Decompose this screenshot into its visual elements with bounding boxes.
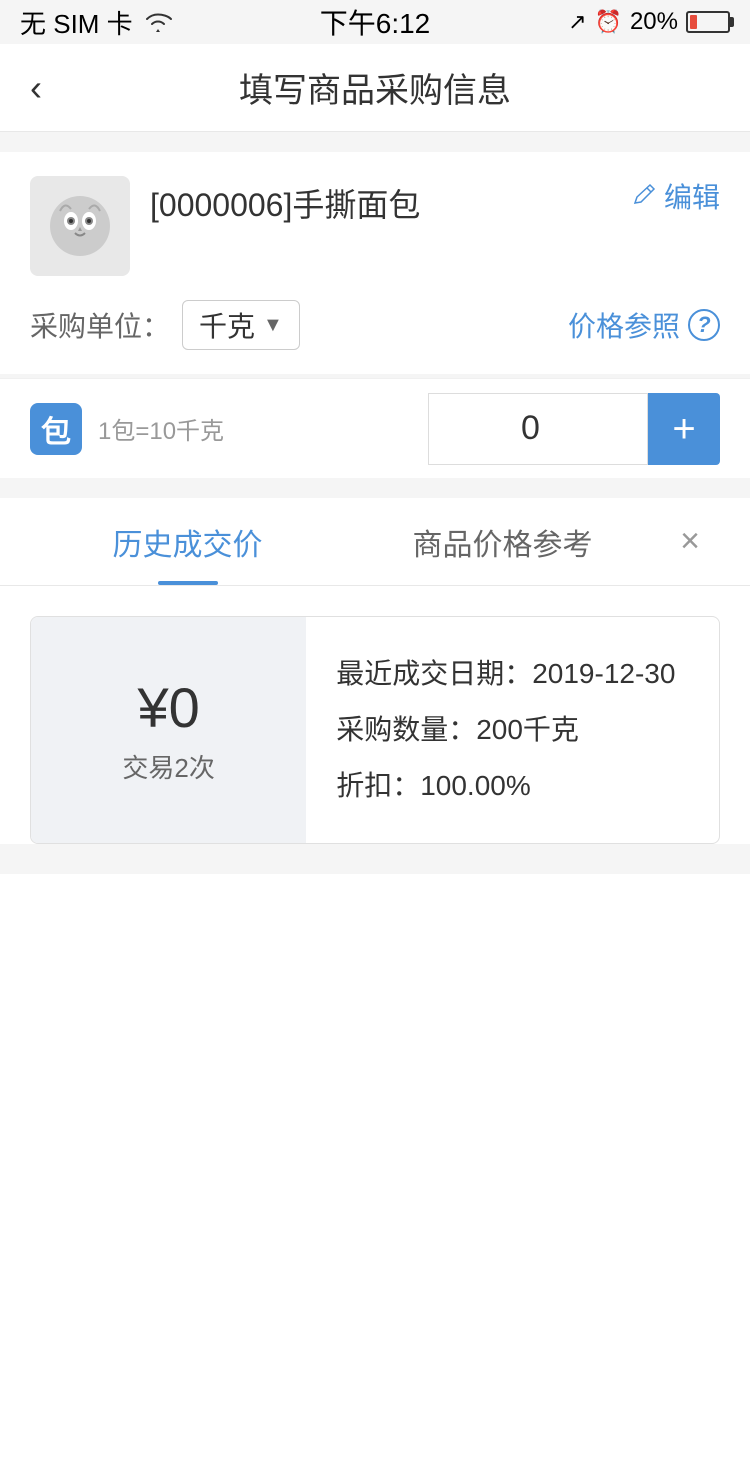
quantity-value: 200千克 <box>476 714 579 745</box>
quantity-controls: + <box>428 393 720 465</box>
status-bar: 无 SIM 卡 下午6:12 ↗ ⏰ 20% <box>0 0 750 44</box>
status-right: ↗ ⏰ 20% <box>568 8 730 36</box>
last-date-row: 最近成交日期：2019-12-30 <box>336 653 689 695</box>
product-left: [0000006]手撕面包 <box>30 176 420 276</box>
nav-bar: ‹ 填写商品采购信息 <box>0 44 750 132</box>
price-ref-label: 价格参照 <box>568 305 680 345</box>
history-left: ¥0 交易2次 <box>31 617 306 843</box>
battery-icon <box>686 11 730 33</box>
carrier-label: 无 SIM 卡 <box>20 4 133 41</box>
history-right: 最近成交日期：2019-12-30 采购数量：200千克 折扣：100.00% <box>306 617 719 843</box>
alarm-icon: ⏰ <box>595 9 622 35</box>
product-image <box>30 176 130 276</box>
tab-header: 历史成交价 商品价格参考 × <box>0 498 750 586</box>
battery-fill <box>690 15 697 29</box>
tab-history-price[interactable]: 历史成交价 <box>30 498 345 585</box>
plus-button[interactable]: + <box>648 393 720 465</box>
unit-selector[interactable]: 千克 ▼ <box>182 300 300 350</box>
history-price: ¥0 <box>137 675 199 740</box>
back-button[interactable]: ‹ <box>30 67 42 109</box>
discount-row: 折扣：100.00% <box>336 765 689 807</box>
edit-icon <box>632 183 658 209</box>
wifi-icon <box>143 11 173 33</box>
quantity-section: 包 1包=10千克 + <box>0 378 750 478</box>
close-button[interactable]: × <box>660 512 720 572</box>
location-icon: ↗ <box>568 9 586 35</box>
product-header: [0000006]手撕面包 编辑 <box>30 176 720 276</box>
quantity-row: 采购数量：200千克 <box>336 709 689 751</box>
time-display: 下午6:12 <box>320 2 431 42</box>
discount-label: 折扣： <box>336 770 420 801</box>
price-ref-button[interactable]: 价格参照 ? <box>568 305 720 345</box>
trade-count: 交易2次 <box>122 748 214 785</box>
info-icon: ? <box>688 309 720 341</box>
edit-button[interactable]: 编辑 <box>632 176 720 216</box>
last-date-label: 最近成交日期： <box>336 658 532 689</box>
last-date-value: 2019-12-30 <box>532 658 675 689</box>
quantity-label: 采购数量： <box>336 714 476 745</box>
tab-price-ref[interactable]: 商品价格参考 <box>345 498 660 585</box>
status-left: 无 SIM 卡 <box>20 4 173 41</box>
page-title: 填写商品采购信息 <box>239 63 511 112</box>
unit-value: 千克 <box>199 305 255 345</box>
owl-icon <box>45 191 115 261</box>
tab-section: 历史成交价 商品价格参考 × ¥0 交易2次 最近成交日期：2019-12-30… <box>0 498 750 844</box>
product-card: [0000006]手撕面包 编辑 采购单位： 千克 ▼ 价格参照 ? <box>0 152 750 374</box>
battery-percent: 20% <box>630 8 678 36</box>
history-card: ¥0 交易2次 最近成交日期：2019-12-30 采购数量：200千克 折扣：… <box>30 616 720 844</box>
purchase-unit-row: 采购单位： 千克 ▼ 价格参照 ? <box>30 300 720 350</box>
unit-equality: 1包=10千克 <box>98 411 224 446</box>
discount-value: 100.00% <box>420 770 531 801</box>
unit-label: 采购单位： <box>30 305 170 345</box>
empty-area <box>0 874 750 1474</box>
product-name: [0000006]手撕面包 <box>150 176 420 226</box>
chevron-down-icon: ▼ <box>263 314 283 337</box>
plus-icon: + <box>672 409 695 449</box>
quantity-input[interactable] <box>428 393 648 465</box>
product-info: [0000006]手撕面包 <box>150 176 420 226</box>
quantity-label-group: 包 1包=10千克 <box>30 403 224 455</box>
unit-icon: 包 <box>30 403 82 455</box>
